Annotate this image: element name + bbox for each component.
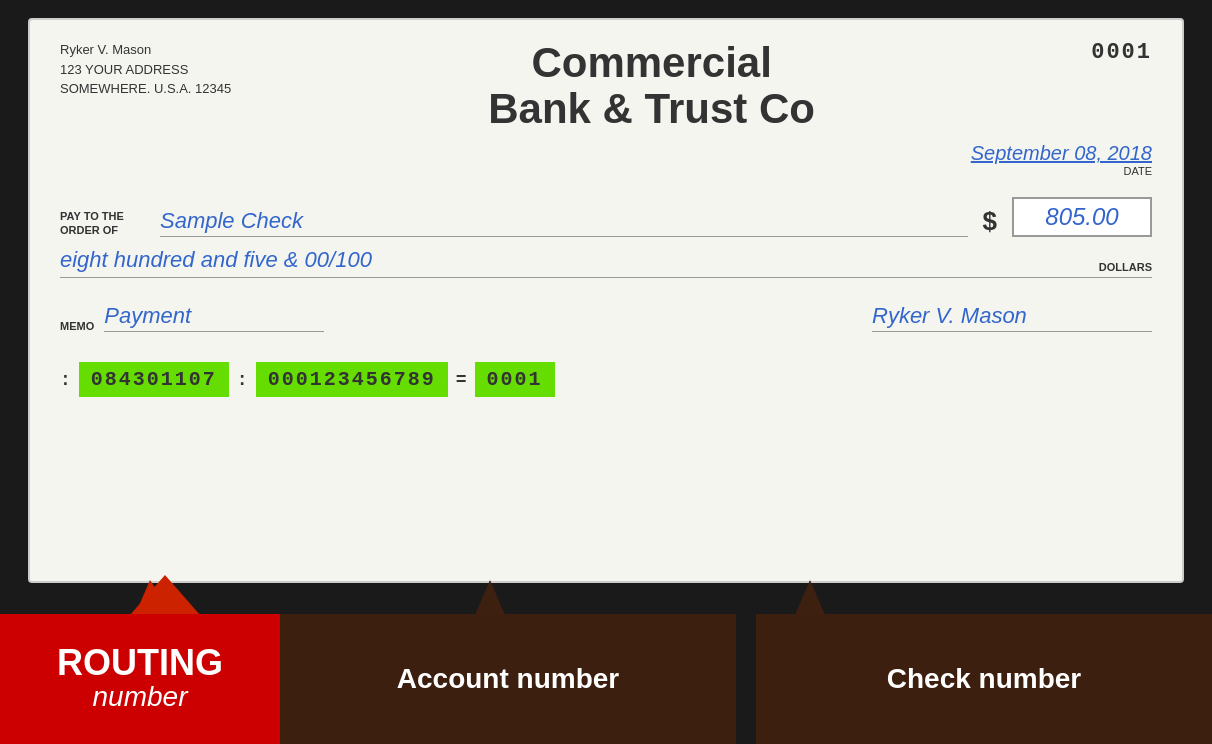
owner-address: Ryker V. Mason 123 YOUR ADDRESS SOMEWHER… (60, 40, 231, 99)
signature-section: Ryker V. Mason (872, 303, 1152, 332)
routing-label-title: ROUTING (57, 645, 223, 681)
written-amount-row: eight hundred and five & 00/100 DOLLARS (60, 247, 1152, 278)
signature-line: Ryker V. Mason (872, 303, 1152, 332)
address-line1: 123 YOUR ADDRESS (60, 60, 231, 80)
check-container: Ryker V. Mason 123 YOUR ADDRESS SOMEWHER… (28, 18, 1184, 583)
date-label: DATE (971, 165, 1152, 177)
check-label-text: Check number (887, 663, 1082, 695)
micr-row: : 084301107 : 000123456789 = 0001 (60, 362, 1152, 397)
signature-value: Ryker V. Mason (872, 303, 1027, 328)
micr-open: : (60, 370, 71, 390)
written-amount: eight hundred and five & 00/100 (60, 247, 372, 273)
amount-box: 805.00 (1012, 197, 1152, 237)
check-label-box: Check number (756, 614, 1212, 744)
micr-sep1: : (237, 370, 248, 390)
memo-label: MEMO (60, 320, 94, 332)
micr-sep2: = (456, 370, 467, 390)
micr-account: 000123456789 (256, 362, 448, 397)
account-label-box: Account number (280, 614, 736, 744)
date-value: September 08, 2018 (971, 142, 1152, 165)
memo-value: Payment (104, 303, 324, 332)
dollars-label: DOLLARS (1099, 261, 1152, 273)
owner-name: Ryker V. Mason (60, 40, 231, 60)
memo-row: MEMO Payment Ryker V. Mason (60, 303, 1152, 332)
memo-section: MEMO Payment (60, 303, 872, 332)
pay-to-label: PAY TO THEORDER OF (60, 209, 150, 238)
pay-to-row: PAY TO THEORDER OF Sample Check $ 805.00 (60, 197, 1152, 237)
micr-routing: 084301107 (79, 362, 229, 397)
payee-name: Sample Check (160, 208, 968, 237)
label-bar: ROUTING number Account number Check numb… (0, 614, 1212, 744)
date-section: September 08, 2018 DATE (971, 142, 1152, 177)
check-header: Ryker V. Mason 123 YOUR ADDRESS SOMEWHER… (60, 40, 1152, 132)
bank-name: Commercial Bank & Trust Co (251, 40, 1052, 132)
routing-label-box: ROUTING number (0, 614, 280, 744)
dollar-sign: $ (978, 206, 1002, 237)
check-number-top: 0001 (1072, 40, 1152, 65)
account-label-text: Account number (397, 663, 619, 695)
routing-label-sub: number (93, 681, 188, 713)
date-row: September 08, 2018 DATE (60, 142, 1152, 177)
micr-check-num: 0001 (475, 362, 555, 397)
address-line2: SOMEWHERE. U.S.A. 12345 (60, 79, 231, 99)
